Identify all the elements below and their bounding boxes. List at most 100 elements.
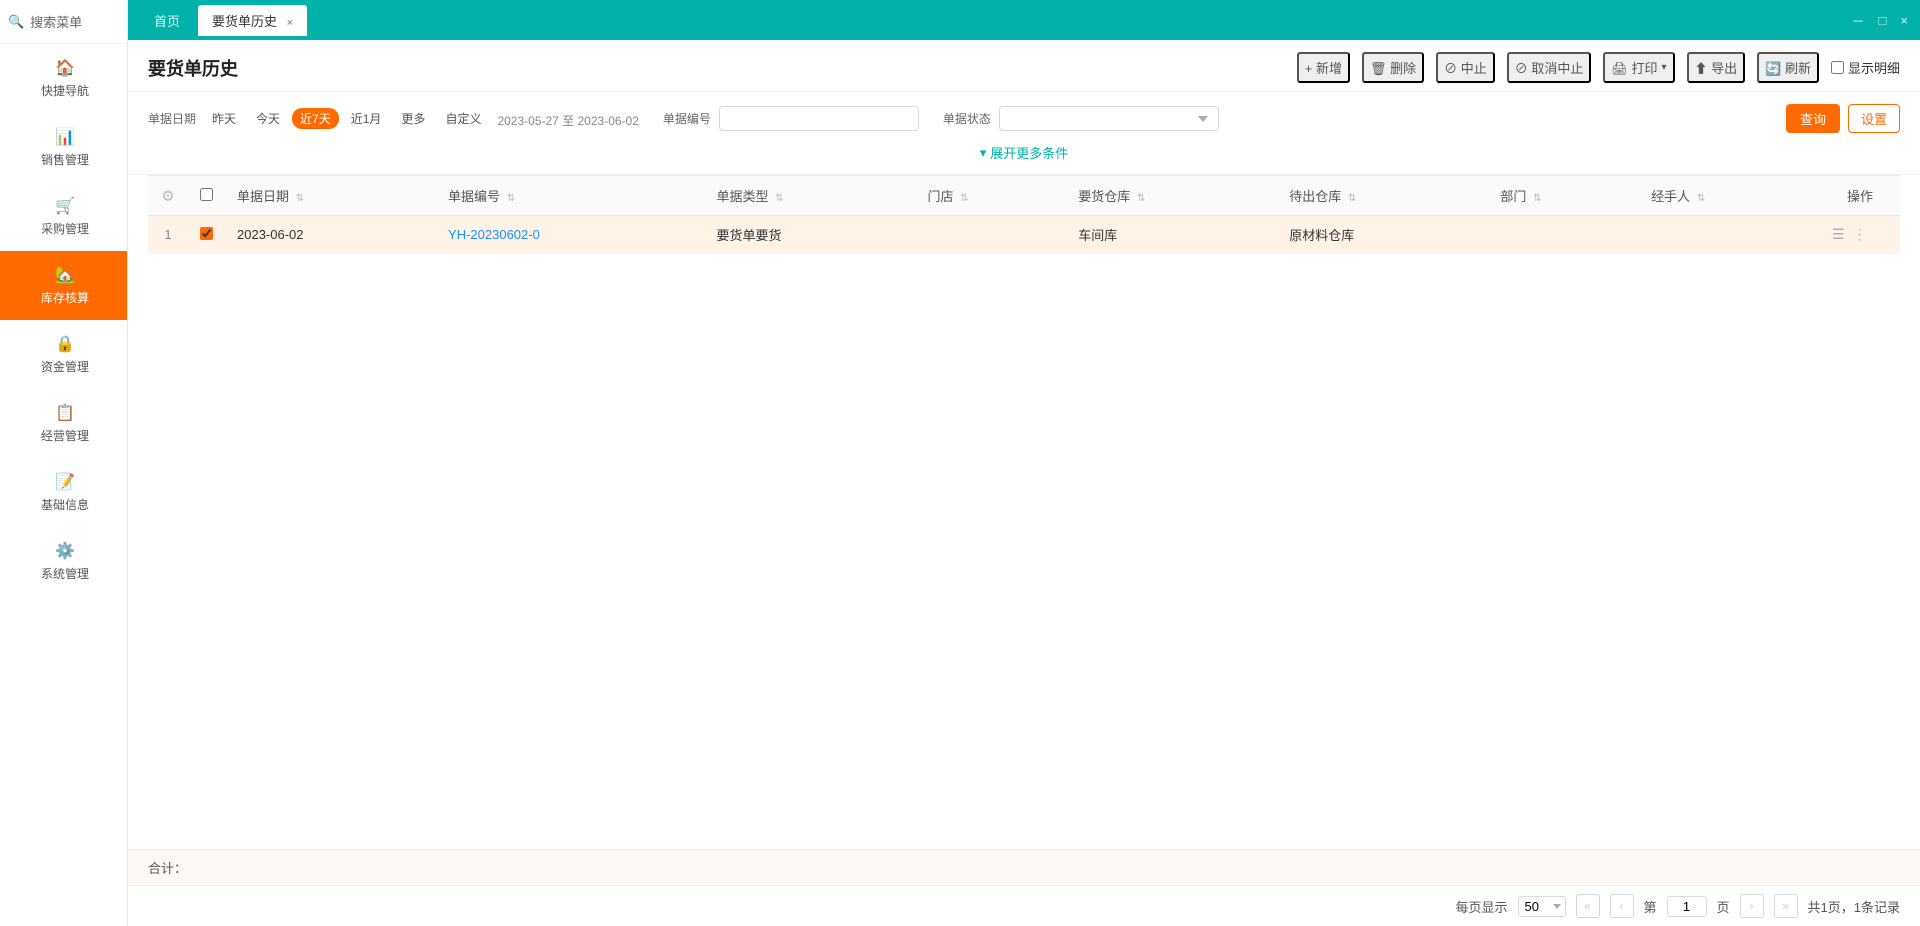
table-row: 1 2023-06-02 YH-20230602-0 要货单要货: [148, 216, 1900, 254]
total-info: 共1页，1条记录: [1808, 897, 1900, 916]
pagination-prev-button[interactable]: ‹: [1610, 894, 1634, 918]
sidebar-item-label: 经营管理: [41, 427, 89, 444]
date-chip-yesterday[interactable]: 昨天: [204, 108, 244, 129]
basic-icon: 📝: [55, 472, 75, 492]
topbar-right-actions: － □ ×: [1852, 11, 1908, 30]
pagination-last-button[interactable]: »: [1774, 894, 1798, 918]
td-checkbox: [188, 216, 225, 254]
main-area: 首页 要货单历史 × － □ × 要货单历史 + 新增 🗑 删除 ⊘ 中: [128, 0, 1920, 926]
expand-more-button[interactable]: ▾ 展开更多条件: [148, 139, 1900, 166]
th-doc-date[interactable]: 单据日期 ⇅: [225, 176, 436, 216]
th-checkbox: [188, 176, 225, 216]
operation-icon: 📋: [55, 403, 75, 423]
tab-requisition-history[interactable]: 要货单历史 ×: [198, 5, 307, 36]
td-ops: ☰ ⋮: [1820, 216, 1900, 254]
doc-no-link[interactable]: YH-20230602-0: [448, 227, 540, 242]
sidebar-item-sales[interactable]: 📊 销售管理: [0, 113, 127, 182]
td-pending-warehouse: 原材料仓库: [1277, 216, 1488, 254]
sidebar-item-basic[interactable]: 📝 基础信息: [0, 458, 127, 527]
date-chip-custom[interactable]: 自定义: [437, 108, 489, 129]
query-button[interactable]: 查询: [1786, 104, 1840, 133]
date-chip-today[interactable]: 今天: [248, 108, 288, 129]
sidebar-item-system[interactable]: ⚙️ 系统管理: [0, 527, 127, 596]
maximize-button[interactable]: □: [1879, 13, 1887, 28]
sort-icon-dept: ⇅: [1533, 193, 1541, 204]
th-req-warehouse[interactable]: 要货仓库 ⇅: [1066, 176, 1277, 216]
td-handler: [1639, 216, 1820, 254]
date-chip-1month[interactable]: 近1月: [343, 108, 390, 129]
row-more-icon[interactable]: ⋮: [1853, 226, 1867, 243]
td-doc-no: YH-20230602-0: [436, 216, 704, 254]
status-select[interactable]: [999, 106, 1219, 131]
topbar: 首页 要货单历史 × － □ ×: [128, 0, 1920, 40]
sort-icon-pending-warehouse: ⇅: [1348, 193, 1356, 204]
cancel-suspend-button[interactable]: ⊘ 取消中止: [1507, 52, 1592, 83]
sort-icon-handler: ⇅: [1697, 193, 1705, 204]
chevron-down-icon: ▾: [980, 145, 987, 161]
table-settings-icon[interactable]: ⚙: [161, 188, 174, 205]
th-doc-no[interactable]: 单据编号 ⇅: [436, 176, 704, 216]
sidebar-item-finance[interactable]: 🔒 资金管理: [0, 320, 127, 389]
pagination-first-button[interactable]: «: [1576, 894, 1600, 918]
export-button[interactable]: ⬆ 导出: [1687, 52, 1746, 83]
data-table: ⚙ 单据日期 ⇅ 单据编号 ⇅: [148, 175, 1900, 254]
minimize-button[interactable]: －: [1852, 11, 1865, 30]
sidebar-item-purchase[interactable]: 🛒 采购管理: [0, 182, 127, 251]
suspend-button[interactable]: ⊘ 中止: [1436, 52, 1495, 83]
sidebar-item-operation[interactable]: 📋 经营管理: [0, 389, 127, 458]
filter-group-docno: 单据编号: [663, 106, 919, 131]
pagination-next-button[interactable]: ›: [1740, 894, 1764, 918]
page-header: 要货单历史 + 新增 🗑 删除 ⊘ 中止 ⊘ 取消中止 🖨 打印 ▾: [128, 40, 1920, 92]
window-close-button[interactable]: ×: [1900, 13, 1908, 28]
docno-filter-label: 单据编号: [663, 110, 711, 127]
date-chip-more[interactable]: 更多: [393, 108, 433, 129]
filter-row-1: 单据日期 昨天 今天 近7天 近1月 更多 自定义 2023-05-27 至 2…: [148, 104, 1900, 133]
select-all-checkbox[interactable]: [200, 188, 213, 201]
sidebar-item-label: 采购管理: [41, 220, 89, 237]
print-button[interactable]: 🖨 打印 ▾: [1603, 52, 1674, 83]
docno-input[interactable]: [719, 106, 919, 131]
sidebar-item-inventory[interactable]: 🏡 库存核算: [0, 251, 127, 320]
filter-date-chips: 昨天 今天 近7天 近1月 更多 自定义: [204, 108, 489, 129]
tab-close-icon[interactable]: ×: [287, 17, 293, 29]
refresh-button[interactable]: 🔄 刷新: [1757, 52, 1819, 83]
sidebar-item-quick-nav[interactable]: 🏠 快捷导航: [0, 44, 127, 113]
table-header-row: ⚙ 单据日期 ⇅ 单据编号 ⇅: [148, 176, 1900, 216]
inventory-icon: 🏡: [55, 265, 75, 285]
settings-button[interactable]: 设置: [1848, 104, 1900, 133]
th-dept[interactable]: 部门 ⇅: [1488, 176, 1639, 216]
filter-group-status: 单据状态: [943, 106, 1219, 131]
sidebar-item-label: 资金管理: [41, 358, 89, 375]
show-detail-checkbox-label[interactable]: 显示明细: [1831, 58, 1900, 77]
page-title: 要货单历史: [148, 55, 238, 81]
th-num: ⚙: [148, 176, 188, 216]
table-area: ⚙ 单据日期 ⇅ 单据编号 ⇅: [128, 175, 1920, 849]
page-label-prefix: 第: [1644, 897, 1657, 916]
sort-icon-doc-no: ⇅: [507, 193, 515, 204]
page-number-input[interactable]: [1667, 896, 1707, 917]
row-checkbox[interactable]: [200, 227, 213, 240]
filter-group-date: 单据日期 昨天 今天 近7天 近1月 更多 自定义 2023-05-27 至 2…: [148, 108, 639, 129]
pagination: 每页显示 50 10 20 100 « ‹ 第 页 › » 共1页，1条记录: [128, 885, 1920, 926]
filter-date-range: 2023-05-27 至 2023-06-02: [497, 112, 638, 129]
show-detail-checkbox[interactable]: [1831, 61, 1844, 74]
th-handler[interactable]: 经手人 ⇅: [1639, 176, 1820, 216]
sidebar: 🔍 搜索菜单 🏠 快捷导航 📊 销售管理 🛒 采购管理 🏡 库存核算 🔒 资金管…: [0, 0, 128, 926]
th-doc-type[interactable]: 单据类型 ⇅: [704, 176, 915, 216]
delete-button[interactable]: 🗑 删除: [1362, 52, 1424, 83]
th-pending-warehouse[interactable]: 待出仓库 ⇅: [1277, 176, 1488, 216]
sidebar-search[interactable]: 🔍 搜索菜单: [0, 0, 127, 44]
page-size-select[interactable]: 50 10 20 100: [1518, 896, 1566, 917]
td-dept: [1488, 216, 1639, 254]
th-store[interactable]: 门店 ⇅: [916, 176, 1067, 216]
row-edit-icon[interactable]: ☰: [1832, 226, 1845, 243]
date-chip-7days[interactable]: 近7天: [292, 108, 339, 129]
new-button[interactable]: + 新增: [1297, 52, 1350, 83]
td-doc-type: 要货单要货: [704, 216, 915, 254]
tab-home[interactable]: 首页: [140, 5, 194, 36]
toolbar: + 新增 🗑 删除 ⊘ 中止 ⊘ 取消中止 🖨 打印 ▾ ⬆ 导出: [1297, 52, 1900, 83]
sidebar-item-label: 系统管理: [41, 565, 89, 582]
search-icon: 🔍: [8, 14, 24, 30]
sort-icon-doc-date: ⇅: [296, 193, 304, 204]
td-store: [916, 216, 1067, 254]
